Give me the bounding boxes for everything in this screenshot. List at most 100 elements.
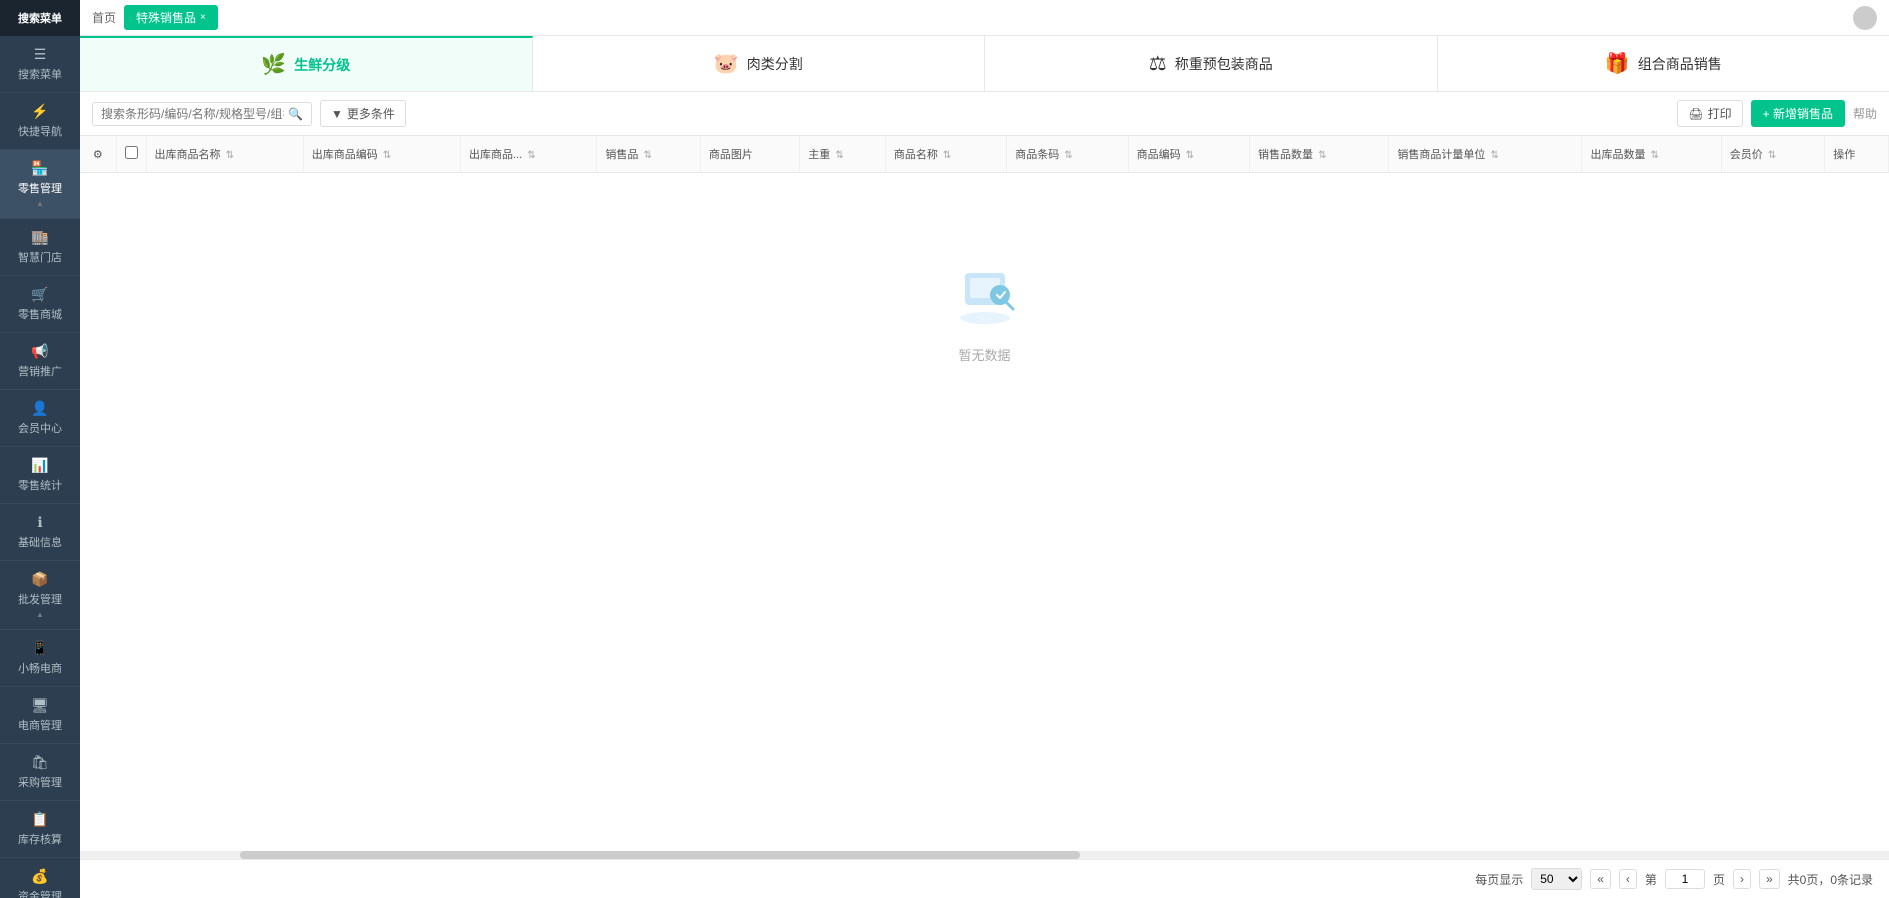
toolbar: 🔍 ▼ 更多条件 🖨 打印 + 新增销售品 帮助 bbox=[80, 92, 1889, 136]
weight-pack-icon: ⚖ bbox=[1149, 51, 1167, 76]
filter-button[interactable]: ▼ 更多条件 bbox=[320, 100, 406, 127]
print-icon: 🖨 bbox=[1688, 107, 1703, 121]
th-product-code[interactable]: 商品编码 ⇅ bbox=[1128, 136, 1249, 173]
th-out-qty[interactable]: 出库品数量 ⇅ bbox=[1582, 136, 1721, 173]
content-area: 🌿 生鲜分级 🐷 肉类分割 ⚖ 称重预包装商品 🎁 组合商品销售 🔍 bbox=[80, 36, 1889, 898]
sidebar-item-label: 小畅电商 bbox=[18, 660, 62, 676]
sidebar-item-quick-nav[interactable]: ⚡ 快捷导航 bbox=[0, 93, 80, 150]
th-weight[interactable]: 主重 ⇅ bbox=[800, 136, 886, 173]
category-tab-label: 称重预包装商品 bbox=[1175, 54, 1273, 74]
th-out-name[interactable]: 出库商品名称 ⇅ bbox=[146, 136, 303, 173]
sidebar-item-wholesale-mgmt[interactable]: 📦 批发管理 bbox=[0, 561, 80, 630]
marketing-icon: 📢 bbox=[31, 343, 48, 360]
search-icon[interactable]: 🔍 bbox=[288, 107, 303, 121]
topbar-tab-label: 特殊销售品 bbox=[136, 9, 196, 26]
search-menu-icon: ☰ bbox=[34, 46, 47, 63]
data-table: ⚙ 出库商品名称 ⇅ 出库商品编码 ⇅ 出库商品... ⇅ 销售品 ⇅ 商品图片… bbox=[80, 136, 1889, 173]
new-sale-item-button[interactable]: + 新增销售品 bbox=[1751, 100, 1845, 127]
sidebar-item-ecom-mgmt[interactable]: 🖥 电商管理 bbox=[0, 687, 80, 744]
purchase-mgmt-icon: 🛍 bbox=[31, 754, 49, 771]
select-all-checkbox[interactable] bbox=[125, 146, 138, 159]
wholesale-mgmt-icon: 📦 bbox=[31, 571, 48, 588]
member-center-icon: 👤 bbox=[31, 400, 48, 417]
th-checkbox[interactable] bbox=[116, 136, 146, 173]
sidebar-item-member-center[interactable]: 👤 会员中心 bbox=[0, 390, 80, 447]
sidebar-item-search-menu[interactable]: ☰ 搜索菜单 bbox=[0, 36, 80, 93]
empty-state: 暂无数据 bbox=[80, 173, 1889, 444]
sidebar-item-purchase-mgmt[interactable]: 🛍 采购管理 bbox=[0, 744, 80, 801]
category-tab-label: 生鲜分级 bbox=[294, 55, 350, 75]
page-label: 第 bbox=[1645, 871, 1657, 888]
sidebar-item-label: 库存核算 bbox=[18, 831, 62, 847]
main-content: 首页 特殊销售品 × 🌿 生鲜分级 🐷 肉类分割 ⚖ 称重预包装商品 bbox=[80, 0, 1889, 898]
search-box[interactable]: 🔍 bbox=[92, 102, 312, 126]
table-header-row: ⚙ 出库商品名称 ⇅ 出库商品编码 ⇅ 出库商品... ⇅ 销售品 ⇅ 商品图片… bbox=[80, 136, 1889, 173]
print-button[interactable]: 🖨 打印 bbox=[1677, 100, 1742, 127]
filter-icon: ▼ bbox=[331, 107, 343, 121]
data-table-wrapper: ⚙ 出库商品名称 ⇅ 出库商品编码 ⇅ 出库商品... ⇅ 销售品 ⇅ 商品图片… bbox=[80, 136, 1889, 851]
prev-page-button[interactable]: ‹ bbox=[1619, 869, 1637, 889]
empty-state-text: 暂无数据 bbox=[958, 345, 1010, 364]
sidebar-item-finance[interactable]: 💰 资金管理 bbox=[0, 858, 80, 898]
th-product-barcode[interactable]: 商品条码 ⇅ bbox=[1007, 136, 1128, 173]
meat-cut-icon: 🐷 bbox=[714, 51, 739, 76]
th-settings[interactable]: ⚙ bbox=[80, 136, 116, 173]
sidebar-item-smart-store[interactable]: 🏬 智慧门店 bbox=[0, 219, 80, 276]
sidebar-item-label: 会员中心 bbox=[18, 420, 62, 436]
page-number-input[interactable] bbox=[1665, 869, 1705, 889]
sidebar-item-label: 批发管理 bbox=[18, 591, 62, 607]
sidebar-item-label: 采购管理 bbox=[18, 774, 62, 790]
next-page-button[interactable]: › bbox=[1733, 869, 1751, 889]
retail-stats-icon: 📊 bbox=[31, 457, 48, 474]
micro-mall-icon: 📱 bbox=[31, 640, 48, 657]
sidebar: 搜索菜单 ☰ 搜索菜单 ⚡ 快捷导航 🏪 零售管理 🏬 智慧门店 🛒 零售商城 … bbox=[0, 0, 80, 898]
category-tabs: 🌿 生鲜分级 🐷 肉类分割 ⚖ 称重预包装商品 🎁 组合商品销售 bbox=[80, 36, 1889, 92]
topbar-home-link[interactable]: 首页 bbox=[92, 9, 116, 26]
horizontal-scrollbar[interactable] bbox=[80, 851, 1889, 859]
per-page-select[interactable]: 50 10 20 100 bbox=[1531, 868, 1582, 890]
horizontal-scrollbar-thumb[interactable] bbox=[240, 851, 1080, 859]
ecom-mgmt-icon: 🖥 bbox=[31, 697, 49, 714]
sidebar-item-retail-mall[interactable]: 🛒 零售商城 bbox=[0, 276, 80, 333]
th-out-spec[interactable]: 出库商品... ⇅ bbox=[461, 136, 597, 173]
th-out-code[interactable]: 出库商品编码 ⇅ bbox=[303, 136, 460, 173]
sidebar-item-marketing[interactable]: 📢 营销推广 bbox=[0, 333, 80, 390]
sidebar-item-label: 零售商城 bbox=[18, 306, 62, 322]
search-input[interactable] bbox=[101, 107, 284, 121]
user-avatar[interactable] bbox=[1853, 6, 1877, 30]
smart-store-icon: 🏬 bbox=[31, 229, 48, 246]
help-button[interactable]: 帮助 bbox=[1853, 105, 1877, 122]
category-tab-combo-sales[interactable]: 🎁 组合商品销售 bbox=[1438, 36, 1889, 91]
last-page-button[interactable]: » bbox=[1759, 869, 1780, 889]
sidebar-item-retail-stats[interactable]: 📊 零售统计 bbox=[0, 447, 80, 504]
category-tab-weight-pack[interactable]: ⚖ 称重预包装商品 bbox=[985, 36, 1438, 91]
basic-info-icon: ℹ bbox=[37, 514, 42, 531]
th-sale-item[interactable]: 销售品 ⇅ bbox=[597, 136, 700, 173]
sidebar-item-label: 电商管理 bbox=[18, 717, 62, 733]
inventory-icon: 📋 bbox=[31, 811, 48, 828]
sidebar-item-retail-mgmt[interactable]: 🏪 零售管理 bbox=[0, 150, 80, 219]
category-tab-meat-cut[interactable]: 🐷 肉类分割 bbox=[533, 36, 986, 91]
th-member-price[interactable]: 会员价 ⇅ bbox=[1721, 136, 1824, 173]
first-page-button[interactable]: « bbox=[1590, 869, 1611, 889]
sidebar-item-label: 零售管理 bbox=[18, 180, 62, 196]
topbar-active-tab[interactable]: 特殊销售品 × bbox=[124, 5, 218, 30]
th-sale-qty[interactable]: 销售品数量 ⇅ bbox=[1250, 136, 1389, 173]
category-tab-fresh-grade[interactable]: 🌿 生鲜分级 bbox=[80, 36, 533, 91]
per-page-label: 每页显示 bbox=[1475, 871, 1523, 888]
topbar-tab-close[interactable]: × bbox=[200, 12, 206, 23]
empty-state-icon bbox=[945, 253, 1025, 333]
th-sale-unit[interactable]: 销售商品计量单位 ⇅ bbox=[1389, 136, 1582, 173]
sidebar-item-micro-mall[interactable]: 📱 小畅电商 bbox=[0, 630, 80, 687]
retail-mgmt-icon: 🏪 bbox=[31, 160, 48, 177]
sidebar-logo: 搜索菜单 bbox=[0, 0, 80, 36]
category-tab-label: 组合商品销售 bbox=[1638, 54, 1722, 74]
sidebar-item-label: 快捷导航 bbox=[18, 123, 62, 139]
finance-icon: 💰 bbox=[31, 868, 48, 885]
combo-sales-icon: 🎁 bbox=[1605, 51, 1630, 76]
th-action: 操作 bbox=[1825, 136, 1889, 173]
sidebar-item-label: 零售统计 bbox=[18, 477, 62, 493]
sidebar-item-inventory[interactable]: 📋 库存核算 bbox=[0, 801, 80, 858]
th-product-name[interactable]: 商品名称 ⇅ bbox=[885, 136, 1006, 173]
sidebar-item-basic-info[interactable]: ℹ 基础信息 bbox=[0, 504, 80, 561]
